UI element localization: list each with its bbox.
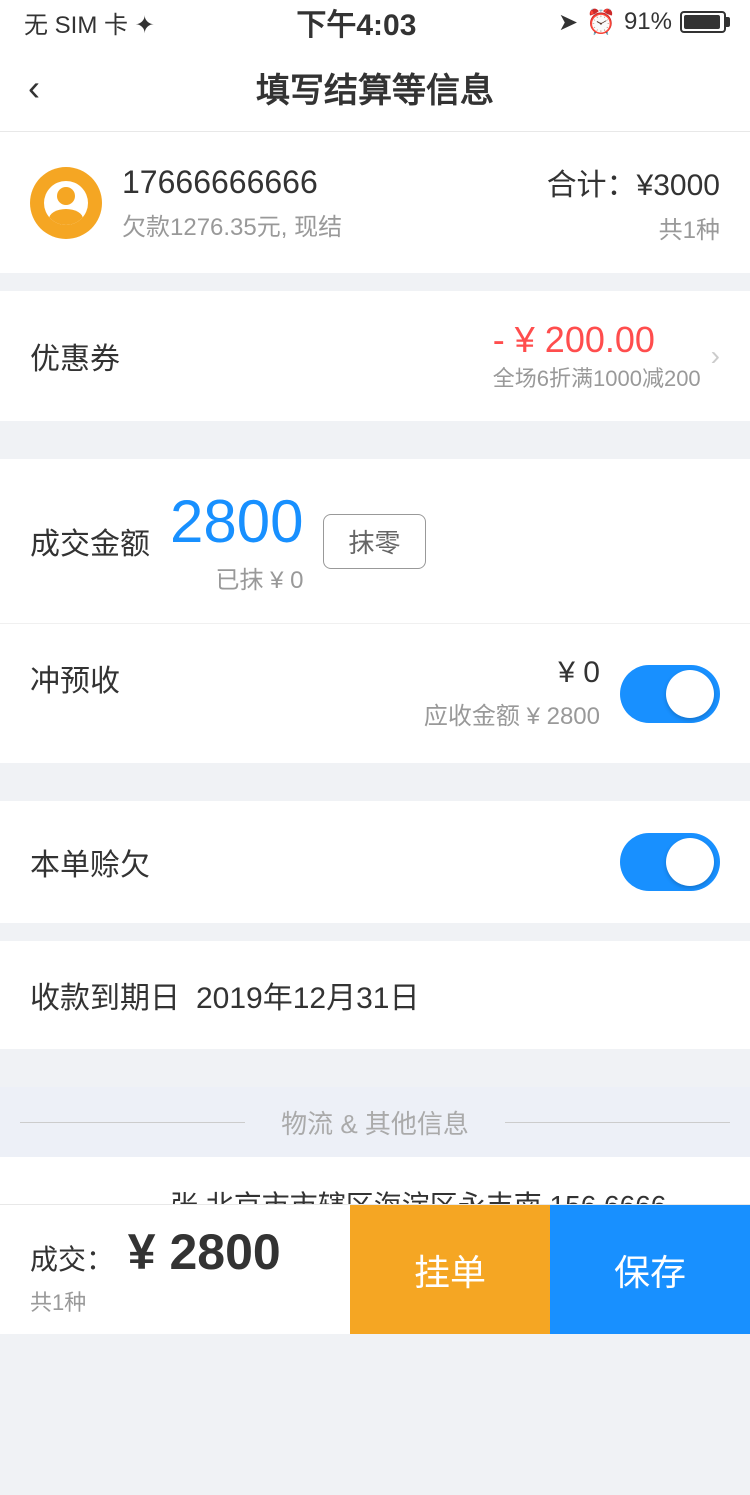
logistics-section-title: 物流 & 其他信息 — [265, 1104, 485, 1141]
location-icon: ➤ — [558, 8, 578, 37]
bottom-deal-label: 成交： — [30, 1244, 114, 1275]
bottom-deal-row: 成交： ¥ 2800 — [30, 1223, 320, 1281]
duedate-value: 2019年12月31日 — [196, 973, 419, 1017]
chong-values: ¥ 0 应收金额 ¥ 2800 — [424, 656, 600, 731]
bottom-bar: 成交： ¥ 2800 共1种 挂单 保存 — [0, 1204, 750, 1334]
deal-amount-card: 成交金额 2800 已抹 ¥ 0 抹零 冲预收 ¥ 0 应收金额 ¥ 2800 — [0, 459, 750, 763]
bottom-summary: 成交： ¥ 2800 共1种 — [0, 1223, 350, 1317]
user-subtext: 欠款1276.35元, 现结 — [122, 207, 547, 242]
bendan-toggle[interactable] — [620, 833, 720, 891]
avatar — [30, 167, 102, 239]
bottom-actions: 挂单 保存 — [350, 1205, 750, 1334]
back-button[interactable]: ‹ — [28, 67, 40, 109]
user-info: 17666666666 欠款1276.35元, 现结 — [122, 164, 547, 242]
coupon-discount: - ¥ 200.00 — [493, 319, 705, 361]
deal-amount-label: 成交金额 — [30, 519, 170, 563]
bendan-row: 本单赊欠 — [0, 801, 750, 923]
page-title: 填写结算等信息 — [256, 63, 494, 112]
chong-right: ¥ 0 应收金额 ¥ 2800 — [170, 656, 720, 731]
status-left: 无 SIM 卡 ✦ — [24, 5, 155, 40]
alarm-icon: ⏰ — [586, 8, 616, 37]
bendan-label: 本单赊欠 — [30, 840, 170, 884]
round-zero-button[interactable]: 抹零 — [323, 514, 425, 569]
total-amount: 合计：¥3000 — [547, 160, 720, 204]
chevron-right-icon: › — [711, 340, 720, 372]
deal-amount-value: 2800 — [170, 487, 303, 556]
total-count: 共1种 — [547, 210, 720, 245]
hang-order-button[interactable]: 挂单 — [350, 1205, 550, 1334]
duedate-row: 收款到期日 2019年12月31日 — [0, 941, 750, 1049]
battery-percent: 91% — [624, 8, 672, 36]
section-line-left — [20, 1122, 245, 1123]
section-divider-2 — [0, 781, 750, 801]
bendan-toggle-knob — [666, 838, 714, 886]
sim-text: 无 SIM 卡 ✦ — [24, 5, 155, 40]
user-total: 合计：¥3000 共1种 — [547, 160, 720, 245]
status-right: ➤ ⏰ 91% — [558, 8, 726, 37]
logistics-section-header: 物流 & 其他信息 — [0, 1087, 750, 1157]
status-bar: 无 SIM 卡 ✦ 下午4:03 ➤ ⏰ 91% — [0, 0, 750, 44]
battery-icon — [680, 11, 726, 33]
section-divider-1 — [0, 439, 750, 459]
deal-amount-row: 成交金额 2800 已抹 ¥ 0 抹零 — [0, 459, 750, 624]
nav-bar: ‹ 填写结算等信息 — [0, 44, 750, 132]
chong-yushou-label: 冲预收 — [30, 656, 170, 700]
deal-amount-right: 2800 已抹 ¥ 0 抹零 — [170, 487, 426, 595]
save-button[interactable]: 保存 — [550, 1205, 750, 1334]
duedate-label: 收款到期日 — [30, 973, 180, 1017]
toggle-knob — [666, 670, 714, 718]
coupon-label: 优惠券 — [30, 334, 120, 378]
user-phone: 17666666666 — [122, 164, 547, 201]
coupon-right: - ¥ 200.00 全场6折满1000减200 › — [493, 319, 720, 393]
chong-subtext: 应收金额 ¥ 2800 — [424, 696, 600, 731]
status-time: 下午4:03 — [296, 0, 416, 44]
already-zero: 已抹 ¥ 0 — [170, 560, 303, 595]
section-line-right — [505, 1122, 730, 1123]
bottom-deal-amount: ¥ 2800 — [128, 1224, 281, 1280]
chong-amount: ¥ 0 — [424, 656, 600, 690]
deal-amount-wrapper: 2800 已抹 ¥ 0 — [170, 487, 303, 595]
avatar-icon — [44, 181, 88, 225]
user-info-card: 17666666666 欠款1276.35元, 现结 合计：¥3000 共1种 — [0, 132, 750, 273]
chong-yushou-row: 冲预收 ¥ 0 应收金额 ¥ 2800 — [0, 624, 750, 763]
bottom-count: 共1种 — [30, 1285, 320, 1317]
bendan-inner: 本单赊欠 — [30, 833, 720, 891]
coupon-desc: 全场6折满1000减200 — [493, 366, 701, 391]
chong-toggle[interactable] — [620, 665, 720, 723]
section-divider-3 — [0, 1067, 750, 1087]
coupon-row[interactable]: 优惠券 - ¥ 200.00 全场6折满1000减200 › — [0, 291, 750, 421]
